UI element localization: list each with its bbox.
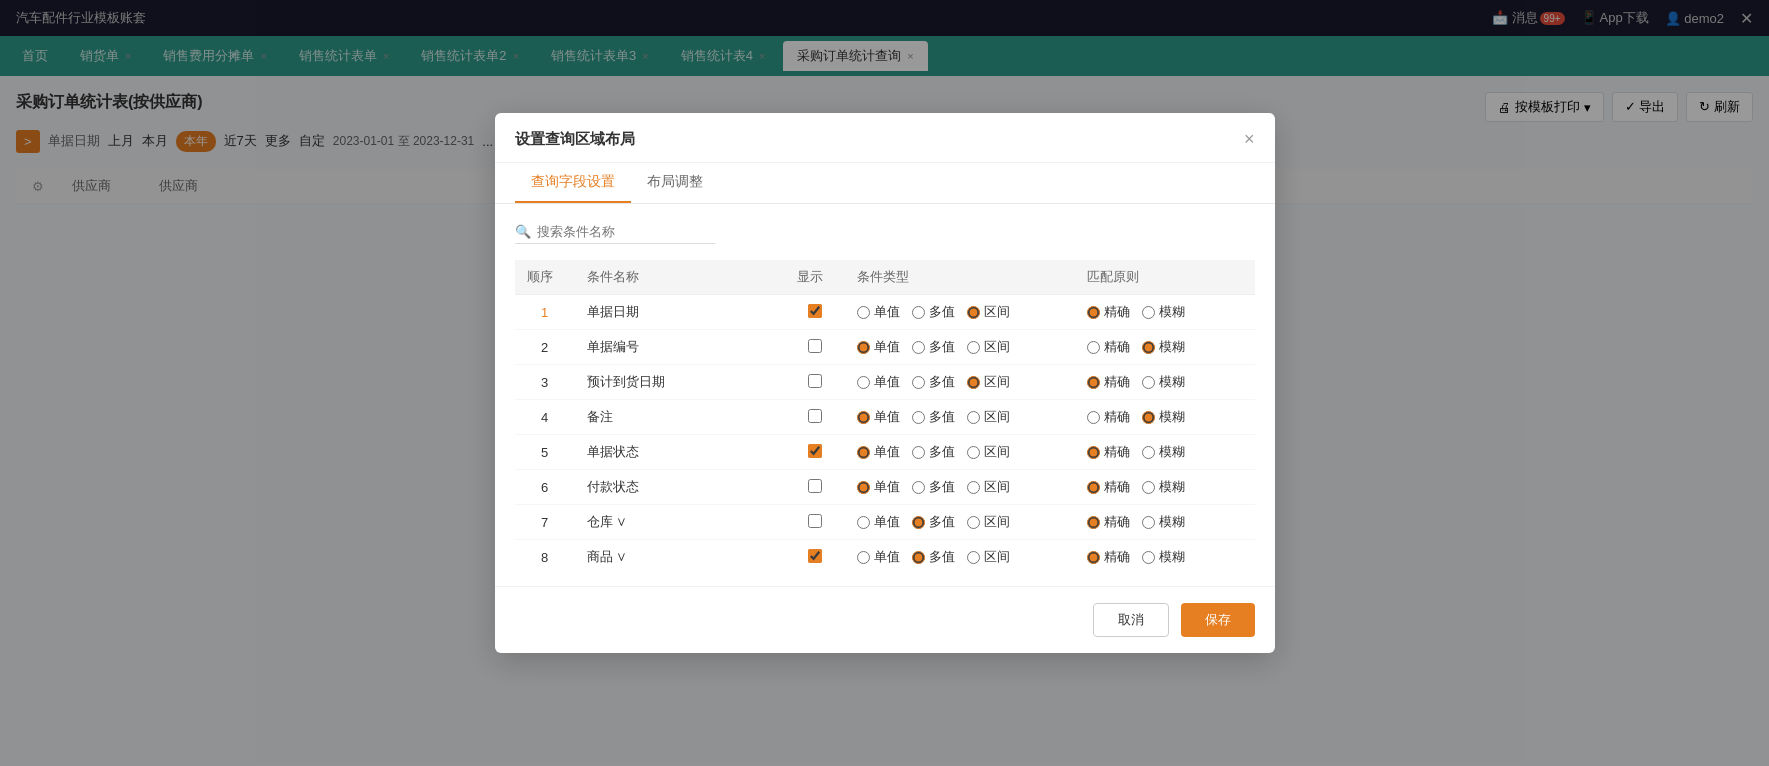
modal-close-button[interactable]: × — [1244, 129, 1255, 150]
modal-tab-query-fields[interactable]: 查询字段设置 — [515, 163, 631, 203]
settings-modal: 设置查询区域布局 × 查询字段设置 布局调整 🔍 — [495, 113, 1275, 220]
modal-title: 设置查询区域布局 — [515, 130, 635, 149]
modal-overlay: 设置查询区域布局 × 查询字段设置 布局调整 🔍 — [0, 0, 1769, 220]
modal-tab-layout[interactable]: 布局调整 — [631, 163, 719, 203]
modal-body: 🔍 顺序 条件名称 显示 条件类型 匹配原则 — [495, 204, 1275, 220]
modal-tabs: 查询字段设置 布局调整 — [495, 163, 1275, 204]
modal-header: 设置查询区域布局 × — [495, 113, 1275, 163]
